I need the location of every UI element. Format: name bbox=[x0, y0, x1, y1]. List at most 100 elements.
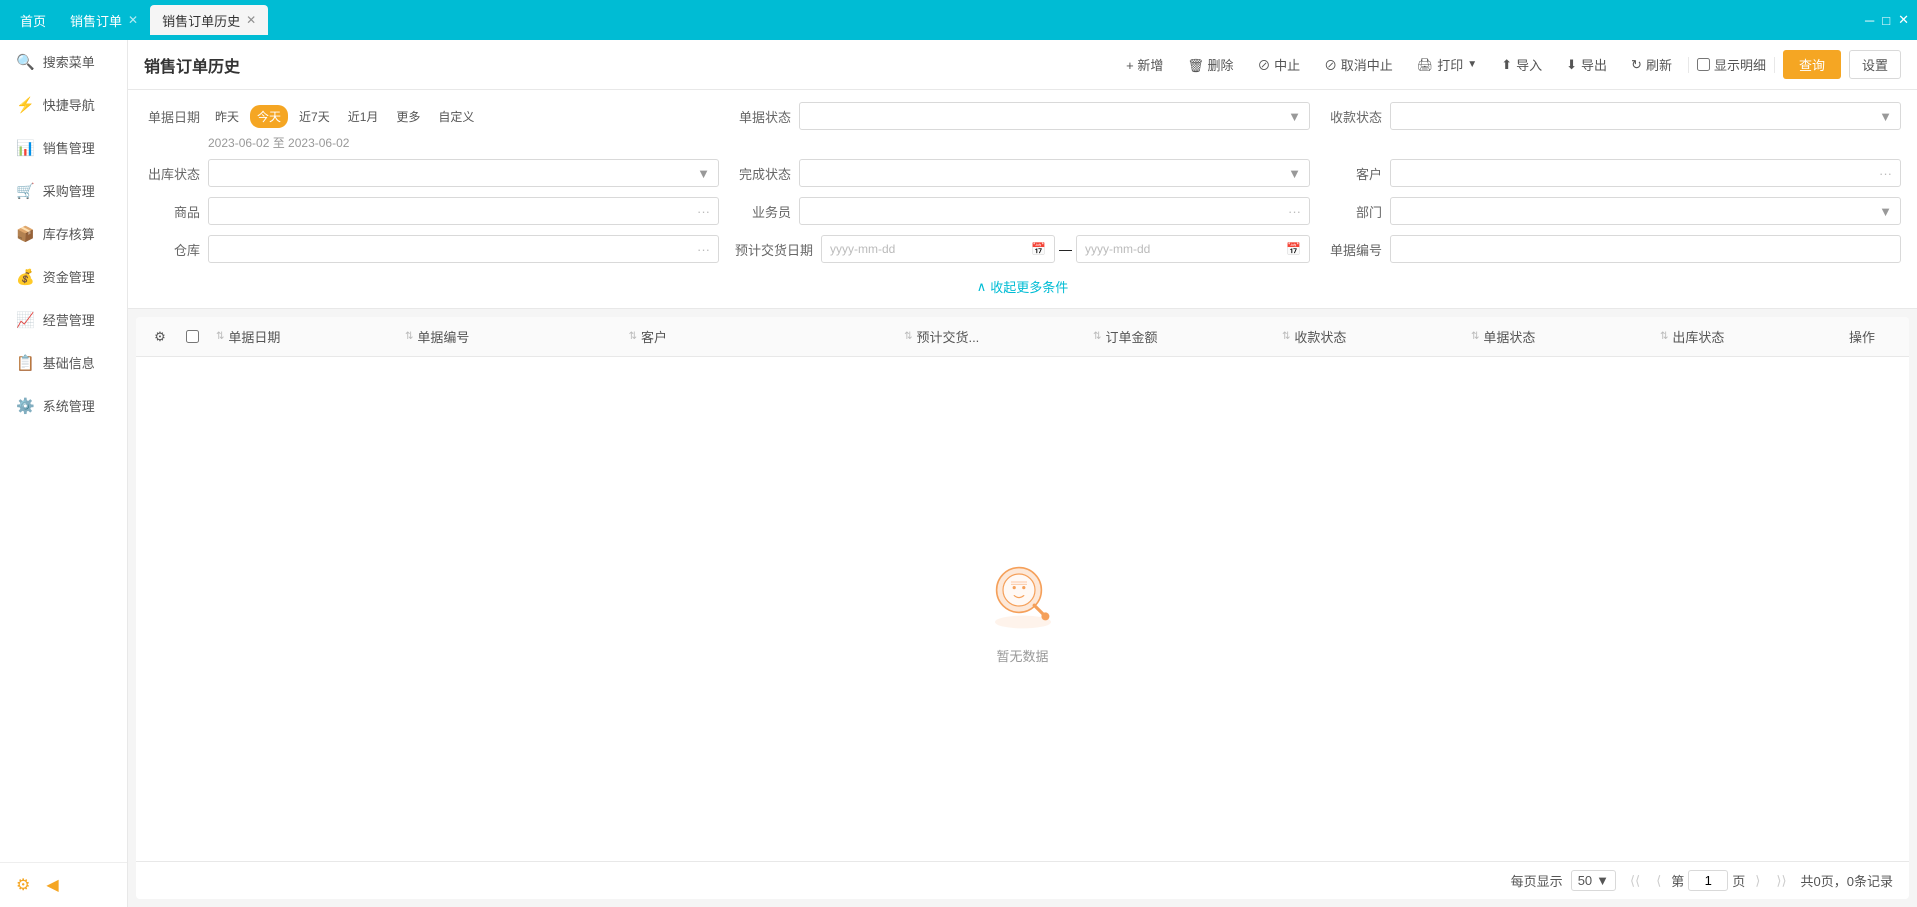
th-delivery-icon: ⇅ bbox=[904, 331, 912, 342]
order-no-input[interactable] bbox=[1390, 235, 1901, 263]
sidebar-item-quick-nav[interactable]: ⚡ 快捷导航 bbox=[0, 83, 127, 126]
th-customer-label: 客户 bbox=[641, 327, 667, 346]
th-customer-icon: ⇅ bbox=[629, 331, 637, 342]
th-order-status-label: 单据状态 bbox=[1483, 327, 1535, 346]
tab-home[interactable]: 首页 bbox=[8, 5, 58, 35]
window-minimize-icon[interactable]: ─ bbox=[1865, 13, 1874, 28]
calendar-from-icon: 📅 bbox=[1031, 242, 1046, 256]
stop-button[interactable]: ⊘ 中止 bbox=[1250, 51, 1309, 78]
th-customer[interactable]: ⇅ 客户 bbox=[621, 327, 896, 346]
sidebar-item-operations[interactable]: 📈 经营管理 bbox=[0, 298, 127, 341]
sidebar-item-purchase-mgmt[interactable]: 🛒 采购管理 bbox=[0, 169, 127, 212]
payment-status-select[interactable]: ▼ bbox=[1390, 102, 1901, 130]
delivery-date-to[interactable]: yyyy-mm-dd 📅 bbox=[1076, 235, 1310, 263]
salesperson-input[interactable]: ··· bbox=[799, 197, 1310, 225]
sales-icon: 📊 bbox=[16, 139, 35, 157]
warehouse-input[interactable]: ··· bbox=[208, 235, 719, 263]
sidebar-item-inventory[interactable]: 📦 库存核算 bbox=[0, 212, 127, 255]
date-custom[interactable]: 自定义 bbox=[431, 105, 481, 128]
filter-item-shipment-status: 出库状态 ▼ bbox=[144, 159, 719, 187]
empty-text: 暂无数据 bbox=[996, 646, 1048, 665]
th-amount-icon: ⇅ bbox=[1093, 331, 1101, 342]
th-settings[interactable]: ⚙ bbox=[144, 329, 176, 345]
delete-button[interactable]: 🗑 删除 bbox=[1179, 51, 1241, 78]
product-input[interactable]: ··· bbox=[208, 197, 719, 225]
delivery-date-from[interactable]: yyyy-mm-dd 📅 bbox=[821, 235, 1055, 263]
select-all-checkbox[interactable] bbox=[186, 330, 199, 343]
toolbar-divider2 bbox=[1774, 57, 1775, 73]
window-maximize-icon[interactable]: □ bbox=[1882, 13, 1890, 28]
cancel-stop-button[interactable]: ⊘ 取消中止 bbox=[1316, 51, 1401, 78]
filter-item-customer: 客户 ··· bbox=[1326, 159, 1901, 187]
delivery-to-placeholder: yyyy-mm-dd bbox=[1085, 242, 1150, 256]
sidebar-item-sys-mgmt-label: 系统管理 bbox=[43, 396, 95, 415]
import-icon: ⬆ bbox=[1501, 57, 1512, 73]
department-filter-label: 部门 bbox=[1326, 202, 1382, 221]
date-last7[interactable]: 近7天 bbox=[292, 105, 337, 128]
next-page-button[interactable]: ⟩ bbox=[1749, 871, 1766, 891]
page-number-input[interactable] bbox=[1688, 870, 1728, 891]
completion-status-select[interactable]: ▼ bbox=[799, 159, 1310, 187]
window-close-icon[interactable]: ✕ bbox=[1898, 12, 1909, 28]
page-suffix: 页 bbox=[1732, 871, 1745, 890]
print-button[interactable]: 🖨 🖨 打印 打印 ▼ bbox=[1409, 51, 1485, 78]
th-ship-status[interactable]: ⇅ 出库状态 bbox=[1652, 327, 1841, 346]
th-pay-status[interactable]: ⇅ 收款状态 bbox=[1274, 327, 1463, 346]
tab-sales-order[interactable]: 销售订单 ✕ bbox=[58, 5, 150, 35]
collapse-row[interactable]: ∧ 收起更多条件 bbox=[144, 273, 1901, 296]
shipment-status-filter-label: 出库状态 bbox=[144, 164, 200, 183]
tab-sales-order-close[interactable]: ✕ bbox=[128, 13, 138, 27]
th-amount[interactable]: ⇅ 订单金额 bbox=[1085, 327, 1274, 346]
purchase-icon: 🛒 bbox=[16, 182, 35, 200]
query-button[interactable]: 查询 bbox=[1783, 50, 1841, 79]
sidebar-item-base-info[interactable]: 📋 基础信息 bbox=[0, 341, 127, 384]
shipment-status-select[interactable]: ▼ bbox=[208, 159, 719, 187]
th-checkbox[interactable] bbox=[176, 330, 208, 343]
show-detail-checkbox-label[interactable]: 显示明细 bbox=[1697, 55, 1766, 74]
date-last1m[interactable]: 近1月 bbox=[341, 105, 386, 128]
sidebar-item-operations-label: 经营管理 bbox=[43, 310, 95, 329]
filter-row-4: 仓库 ··· 预计交货日期 yyyy-mm-dd 📅 — bbox=[144, 235, 1901, 263]
date-today[interactable]: 今天 bbox=[250, 105, 288, 128]
th-no[interactable]: ⇅ 单据编号 bbox=[397, 327, 621, 346]
filter-row-1: 单据日期 昨天 今天 近7天 近1月 更多 自定义 单据状态 bbox=[144, 102, 1901, 130]
sidebar-item-search-menu[interactable]: 🔍 搜索菜单 bbox=[0, 40, 127, 83]
customer-input[interactable]: ··· bbox=[1390, 159, 1901, 187]
import-button[interactable]: ⬆ 导入 bbox=[1493, 51, 1550, 78]
last-page-button[interactable]: ⟩⟩ bbox=[1770, 871, 1792, 891]
show-detail-checkbox[interactable] bbox=[1697, 58, 1710, 71]
th-delivery[interactable]: ⇅ 预计交货... bbox=[896, 327, 1085, 346]
first-page-button[interactable]: ⟨⟨ bbox=[1624, 871, 1646, 891]
date-yesterday[interactable]: 昨天 bbox=[208, 105, 246, 128]
tab-sales-order-history[interactable]: 销售订单历史 ✕ bbox=[150, 5, 268, 35]
date-filter-label: 单据日期 bbox=[144, 107, 200, 126]
th-order-status[interactable]: ⇅ 单据状态 bbox=[1463, 327, 1652, 346]
order-status-select[interactable]: ▼ bbox=[799, 102, 1310, 130]
sidebar-collapse-icon[interactable]: ◀ bbox=[46, 875, 58, 895]
filter-item-delivery-date: 预计交货日期 yyyy-mm-dd 📅 — yyyy-mm-dd 📅 bbox=[735, 235, 1310, 263]
table-header: ⚙ ⇅ 单据日期 ⇅ 单据编号 ⇅ 客户 ⇅ bbox=[136, 317, 1909, 357]
new-button[interactable]: + 新增 bbox=[1118, 51, 1171, 78]
refresh-button[interactable]: ↻ 刷新 bbox=[1623, 51, 1680, 78]
th-date[interactable]: ⇅ 单据日期 bbox=[208, 327, 397, 346]
completion-status-arrow-icon: ▼ bbox=[1288, 166, 1301, 181]
content: 销售订单历史 + 新增 🗑 删除 ⊘ 中止 ⊘ 取消中止 🖨 🖨 打印 打印 ▼… bbox=[128, 40, 1917, 907]
export-icon: ⬇ bbox=[1566, 57, 1577, 73]
sidebar-item-sales-mgmt[interactable]: 📊 销售管理 bbox=[0, 126, 127, 169]
salesperson-filter-label: 业务员 bbox=[735, 202, 791, 221]
sidebar-item-search-menu-label: 搜索菜单 bbox=[43, 52, 95, 71]
department-select[interactable]: ▼ bbox=[1390, 197, 1901, 225]
order-status-arrow-icon: ▼ bbox=[1288, 109, 1301, 124]
page-size-select[interactable]: 50 ▼ bbox=[1571, 870, 1616, 891]
filter-item-order-status: 单据状态 ▼ bbox=[735, 102, 1310, 130]
tab-sales-order-history-close[interactable]: ✕ bbox=[246, 13, 256, 27]
sidebar-item-finance[interactable]: 💰 资金管理 bbox=[0, 255, 127, 298]
export-button[interactable]: ⬇ 导出 bbox=[1558, 51, 1615, 78]
prev-page-button[interactable]: ⟨ bbox=[1650, 871, 1667, 891]
print-icon: 🖨 bbox=[1417, 57, 1434, 73]
setting-button[interactable]: 设置 bbox=[1849, 50, 1901, 79]
sidebar-settings-icon[interactable]: ⚙ bbox=[16, 875, 30, 895]
date-more[interactable]: 更多 bbox=[389, 105, 427, 128]
sidebar-item-sys-mgmt[interactable]: ⚙️ 系统管理 bbox=[0, 384, 127, 427]
search-icon: 🔍 bbox=[16, 53, 35, 71]
